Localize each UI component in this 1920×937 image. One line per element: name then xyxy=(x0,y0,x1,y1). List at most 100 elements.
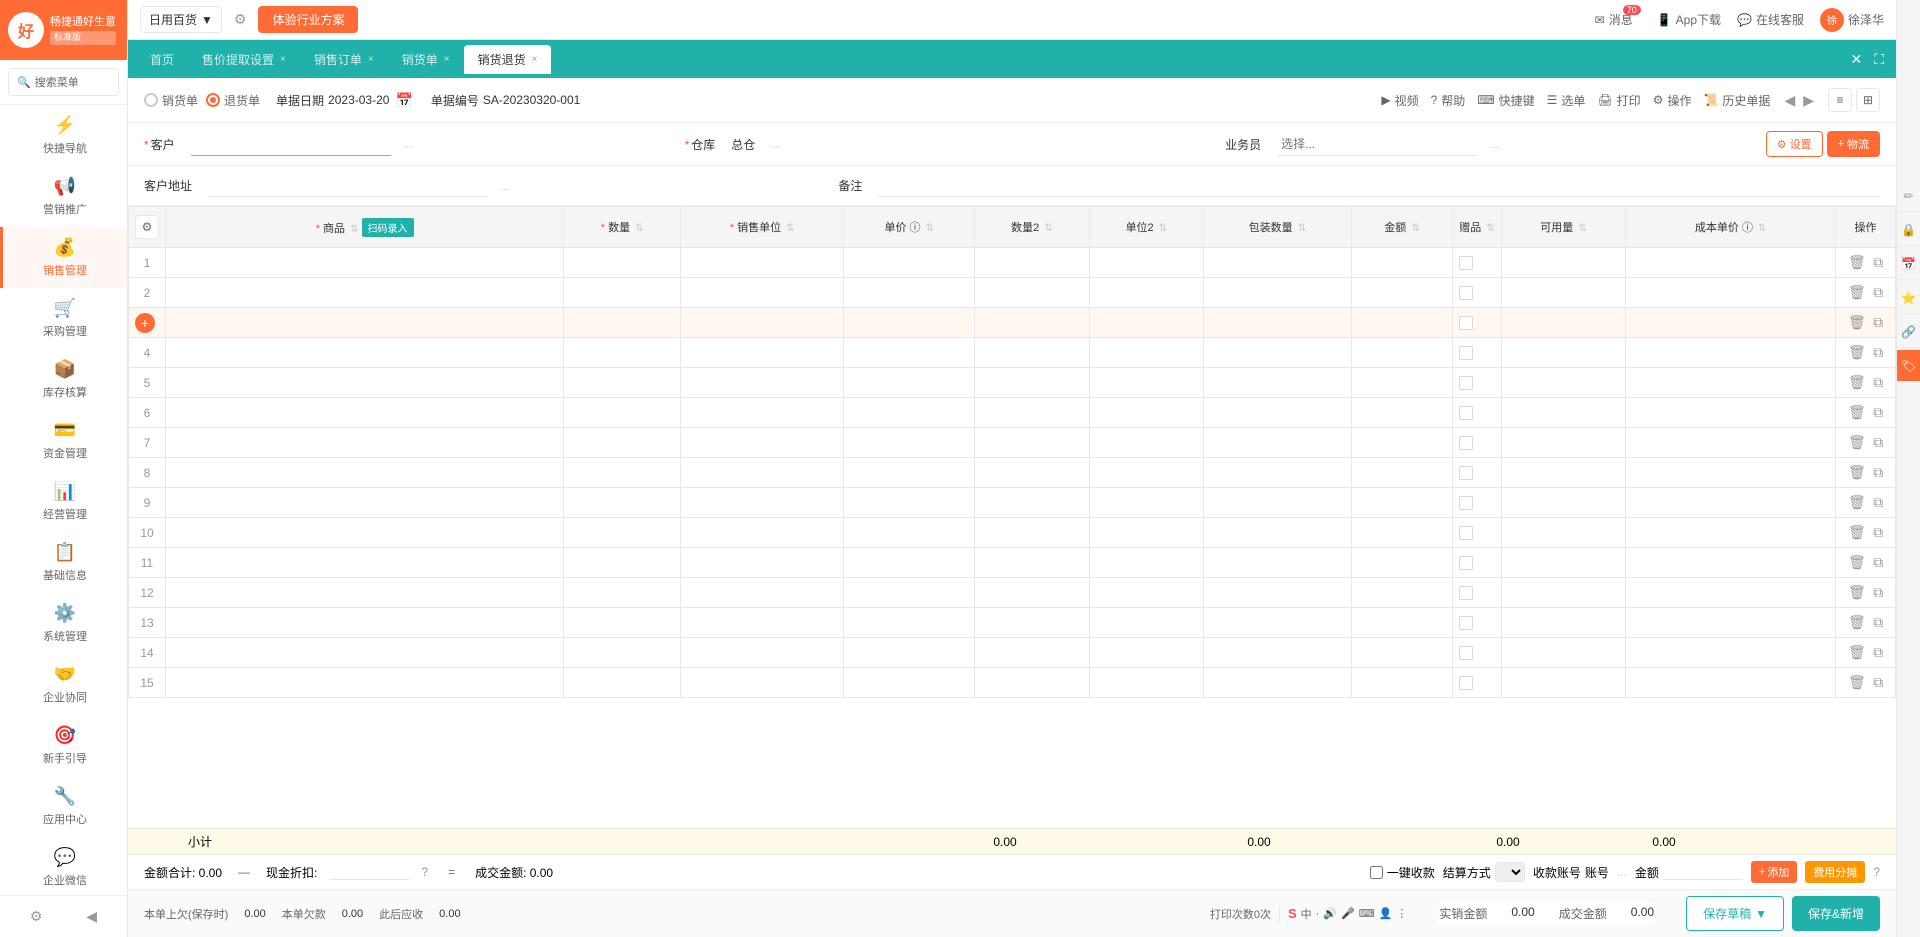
qty-cell-8[interactable] xyxy=(564,458,681,488)
pkg-qty-cell-8[interactable] xyxy=(1204,458,1352,488)
unit2-cell-12[interactable] xyxy=(1089,578,1203,608)
tab-sales-order[interactable]: 销售订单 × xyxy=(300,45,388,74)
product-cell-11[interactable] xyxy=(166,548,564,578)
toolbar-icon-7[interactable]: ⋮ xyxy=(1396,907,1407,920)
qty-cell-2[interactable] xyxy=(564,278,681,308)
product-cell-8[interactable] xyxy=(166,458,564,488)
settings-quick-button[interactable]: ⚙ 设置 xyxy=(1766,131,1823,157)
available-cell-11[interactable] xyxy=(1501,548,1626,578)
available-cell-10[interactable] xyxy=(1501,518,1626,548)
radio-sale[interactable]: 销货单 xyxy=(144,92,198,109)
gift-checkbox-2[interactable] xyxy=(1459,286,1473,300)
sidebar-item-wechat[interactable]: 💬 企业微信 xyxy=(0,837,127,895)
unit2-cell-9[interactable] xyxy=(1089,488,1203,518)
topbar-settings-button[interactable]: ⚙ xyxy=(230,7,251,32)
qty-cell-3[interactable] xyxy=(564,308,681,338)
product-cell-7[interactable] xyxy=(166,428,564,458)
unit2-cell-5[interactable] xyxy=(1089,368,1203,398)
radio-return[interactable]: 退货单 xyxy=(206,92,260,109)
expense-help-icon[interactable]: ? xyxy=(1873,865,1880,879)
unit-price-cell-8[interactable] xyxy=(844,458,975,488)
cost-unit-cell-13[interactable] xyxy=(1626,608,1836,638)
view-list-button[interactable]: ≡ xyxy=(1828,88,1852,112)
one-click-pay-checkbox[interactable] xyxy=(1370,866,1383,879)
tab-close-sales-return[interactable]: × xyxy=(532,54,538,65)
product-sort-icon[interactable]: ⇅ xyxy=(350,224,358,235)
unit2-cell-14[interactable] xyxy=(1089,638,1203,668)
print-button[interactable]: 🖨 打印 xyxy=(1597,92,1640,109)
unit2-cell-13[interactable] xyxy=(1089,608,1203,638)
copy-row-1-button[interactable]: ⧉ xyxy=(1871,252,1885,273)
gift-checkbox-9[interactable] xyxy=(1459,496,1473,510)
available-cell-9[interactable] xyxy=(1501,488,1626,518)
product-cell-13[interactable] xyxy=(166,608,564,638)
sales-unit-sort-icon[interactable]: ⇅ xyxy=(786,223,794,234)
sales-unit-cell-11[interactable] xyxy=(681,548,844,578)
qty2-cell-1[interactable] xyxy=(975,248,1089,278)
available-cell-2[interactable] xyxy=(1501,278,1626,308)
qty-cell-15[interactable] xyxy=(564,668,681,698)
unit-price-cell-1[interactable] xyxy=(844,248,975,278)
select-order-button[interactable]: ☰ 选单 xyxy=(1547,92,1586,109)
pkg-qty-cell-7[interactable] xyxy=(1204,428,1352,458)
toolbar-icon-6[interactable]: 👤 xyxy=(1379,907,1393,920)
sales-unit-cell-4[interactable] xyxy=(681,338,844,368)
right-icon-6[interactable]: 🏷 xyxy=(1897,350,1920,382)
qty2-cell-12[interactable] xyxy=(975,578,1089,608)
sidebar-item-sales[interactable]: 💰 销售管理 xyxy=(0,227,127,288)
tab-sales-delivery[interactable]: 销货单 × xyxy=(388,45,464,74)
amount-cell-5[interactable] xyxy=(1351,368,1453,398)
sidebar-settings-button[interactable]: ⚙ xyxy=(26,904,47,929)
product-cell-2[interactable] xyxy=(166,278,564,308)
customer-input[interactable] xyxy=(191,133,391,156)
app-download-button[interactable]: 📱 App下载 xyxy=(1657,11,1721,28)
available-cell-1[interactable] xyxy=(1501,248,1626,278)
unit2-cell-10[interactable] xyxy=(1089,518,1203,548)
qty-cell-14[interactable] xyxy=(564,638,681,668)
unit2-cell-7[interactable] xyxy=(1089,428,1203,458)
amount-sort-icon[interactable]: ⇅ xyxy=(1411,223,1419,234)
settlement-select[interactable] xyxy=(1495,862,1525,882)
unit2-cell-2[interactable] xyxy=(1089,278,1203,308)
user-profile[interactable]: 徐 徐泽华 xyxy=(1820,8,1884,32)
sales-unit-cell-12[interactable] xyxy=(681,578,844,608)
product-cell-14[interactable] xyxy=(166,638,564,668)
qty-cell-6[interactable] xyxy=(564,398,681,428)
copy-row-10-button[interactable]: ⧉ xyxy=(1871,522,1885,543)
product-cell-9[interactable] xyxy=(166,488,564,518)
customer-picker-icon[interactable]: ... xyxy=(403,137,413,151)
gift-checkbox-13[interactable] xyxy=(1459,616,1473,630)
pkg-qty-cell-9[interactable] xyxy=(1204,488,1352,518)
qty2-cell-5[interactable] xyxy=(975,368,1089,398)
qty2-cell-3[interactable] xyxy=(975,308,1089,338)
unit2-cell-11[interactable] xyxy=(1089,548,1203,578)
unit-price-cell-7[interactable] xyxy=(844,428,975,458)
add-payment-button[interactable]: + 添加 xyxy=(1751,861,1797,883)
sidebar-collapse-button[interactable]: ◀ xyxy=(82,904,101,929)
shortcut-button[interactable]: ⌨ 快捷键 xyxy=(1477,92,1534,109)
qty-cell-4[interactable] xyxy=(564,338,681,368)
amount-cell-10[interactable] xyxy=(1351,518,1453,548)
copy-row-4-button[interactable]: ⧉ xyxy=(1871,342,1885,363)
cost-unit-cell-5[interactable] xyxy=(1626,368,1836,398)
unit2-cell-4[interactable] xyxy=(1089,338,1203,368)
cost-unit-cell-6[interactable] xyxy=(1626,398,1836,428)
remark-input[interactable] xyxy=(878,174,1880,197)
copy-row-15-button[interactable]: ⧉ xyxy=(1871,672,1885,693)
sales-unit-cell-1[interactable] xyxy=(681,248,844,278)
right-icon-3[interactable]: 📅 xyxy=(1897,248,1920,280)
delete-row-14-button[interactable]: 🗑 xyxy=(1846,642,1868,663)
pkg-qty-cell-10[interactable] xyxy=(1204,518,1352,548)
sales-unit-cell-9[interactable] xyxy=(681,488,844,518)
unit2-sort-icon[interactable]: ⇅ xyxy=(1159,223,1167,234)
copy-row-2-button[interactable]: ⧉ xyxy=(1871,282,1885,303)
available-cell-7[interactable] xyxy=(1501,428,1626,458)
unit-price-cell-6[interactable] xyxy=(844,398,975,428)
delete-row-7-button[interactable]: 🗑 xyxy=(1846,432,1868,453)
help-button[interactable]: ? 帮助 xyxy=(1431,92,1466,109)
available-cell-15[interactable] xyxy=(1501,668,1626,698)
qty2-cell-8[interactable] xyxy=(975,458,1089,488)
delete-row-9-button[interactable]: 🗑 xyxy=(1846,492,1868,513)
copy-row-11-button[interactable]: ⧉ xyxy=(1871,552,1885,573)
payment-amount-input[interactable] xyxy=(1663,865,1743,880)
